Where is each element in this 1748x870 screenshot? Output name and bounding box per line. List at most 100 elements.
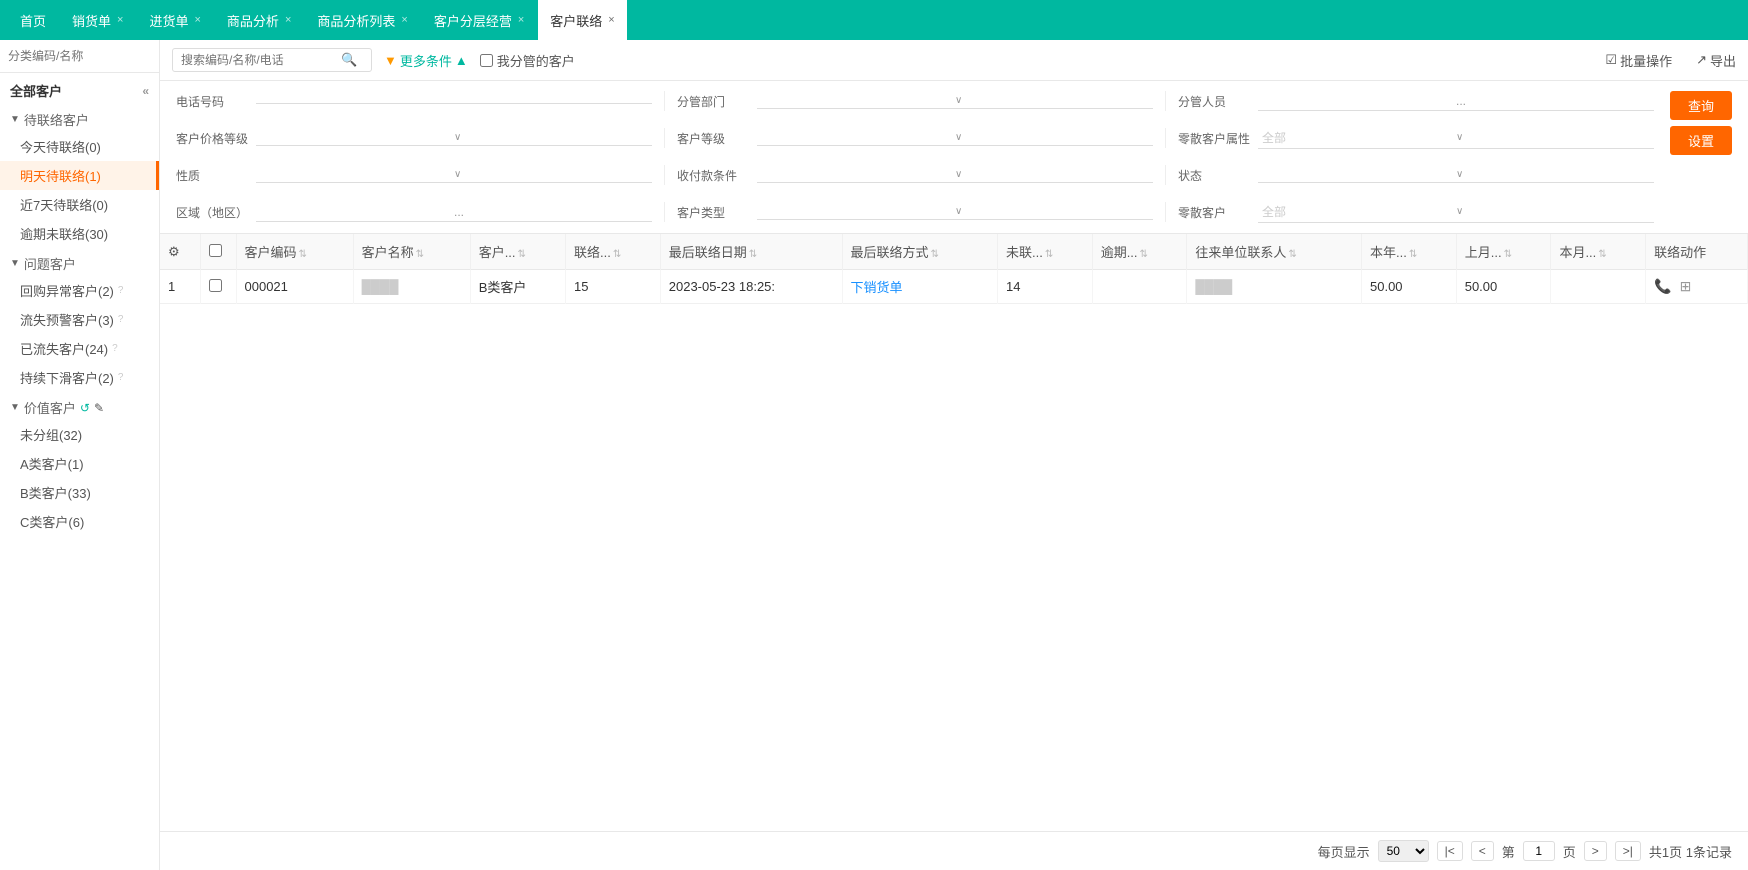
prev-page-btn[interactable]: < xyxy=(1471,841,1494,861)
arrow-icon: ▼ xyxy=(10,258,20,269)
filter-price-tier: 客户价格等级 ∨ xyxy=(176,130,652,147)
filter-phone: 电话号码 xyxy=(176,93,652,110)
per-page-select[interactable]: 50 100 200 xyxy=(1378,840,1429,862)
nav-customer-tier[interactable]: 客户分层经营 × xyxy=(422,0,536,40)
row-name: ████ xyxy=(353,270,470,304)
filter-phone-input[interactable] xyxy=(256,99,652,104)
filter-scatter-customer-select[interactable]: 全部 ∨ xyxy=(1258,201,1654,223)
row-customer-type: B类客户 xyxy=(470,270,565,304)
col-this-month: 本月...⇅ xyxy=(1551,234,1646,270)
nav-purchase-order[interactable]: 进货单 × xyxy=(137,0,212,40)
filter-label-price-tier: 客户价格等级 xyxy=(176,130,256,147)
row-uncontacted: 14 xyxy=(997,270,1092,304)
table-header-row: ⚙ 客户编码⇅ 客户名称⇅ 客户...⇅ 联络...⇅ 最后联络日期⇅ 最后联络… xyxy=(160,234,1748,270)
filter-dept-select[interactable]: ∨ xyxy=(757,93,1153,109)
filter-nature-select[interactable]: ∨ xyxy=(256,167,652,183)
chevron-down-icon: ∨ xyxy=(955,169,1149,180)
sidebar-item-class-b[interactable]: B类客户(33) xyxy=(0,478,159,507)
sidebar-item-today-contact[interactable]: 今天待联络(0) xyxy=(0,132,159,161)
sidebar-item-ungrouped[interactable]: 未分组(32) xyxy=(0,420,159,449)
row-checkbox[interactable] xyxy=(200,270,236,304)
chevron-down-icon: ∨ xyxy=(1456,169,1650,180)
collapse-icon[interactable]: « xyxy=(142,84,149,98)
more-conditions-btn[interactable]: ▼ 更多条件 ▲ xyxy=(384,51,468,70)
sidebar-item-repurchase-abnormal[interactable]: 回购异常客户(2) ? xyxy=(0,276,159,305)
close-icon[interactable]: × xyxy=(401,14,407,26)
grid-icon[interactable]: ⊞ xyxy=(1680,278,1692,295)
first-page-btn[interactable]: |< xyxy=(1437,841,1463,861)
col-settings[interactable]: ⚙ xyxy=(160,234,200,270)
sidebar-item-tomorrow-contact[interactable]: 明天待联络(1) xyxy=(0,161,159,190)
nav-sales-order[interactable]: 销货单 × xyxy=(60,0,135,40)
row-last-contact-method[interactable]: 下销货单 xyxy=(842,270,997,304)
close-icon[interactable]: × xyxy=(117,14,123,26)
col-last-contact-method: 最后联络方式⇅ xyxy=(842,234,997,270)
sidebar-item-class-c[interactable]: C类客户(6) xyxy=(0,507,159,536)
filter-region-input[interactable]: ... xyxy=(256,203,652,222)
filter-label-region: 区域（地区） xyxy=(176,204,256,221)
my-customers-checkbox[interactable]: 我分管的客户 xyxy=(480,51,575,70)
checkbox-icon: ☑ xyxy=(1605,52,1617,68)
close-icon[interactable]: × xyxy=(518,14,524,26)
col-contact-action: 联络动作 xyxy=(1646,234,1748,270)
sidebar-search-bar: 🔍 xyxy=(0,40,159,73)
sidebar-item-7day-contact[interactable]: 近7天待联络(0) xyxy=(0,190,159,219)
edit-icon[interactable]: ✎ xyxy=(94,401,104,415)
close-icon[interactable]: × xyxy=(194,14,200,26)
filter-price-tier-select[interactable]: ∨ xyxy=(256,130,652,146)
filter-status-select[interactable]: ∨ xyxy=(1258,167,1654,183)
batch-action-btn[interactable]: ☑ 批量操作 xyxy=(1605,51,1672,70)
nav-home[interactable]: 首页 xyxy=(8,0,58,40)
filter-label-customer-type: 客户类型 xyxy=(677,204,757,221)
all-customers-title[interactable]: 全部客户 « xyxy=(0,73,159,104)
phone-icon[interactable]: 📞 xyxy=(1654,278,1671,295)
nav-product-analysis-list[interactable]: 商品分析列表 × xyxy=(305,0,419,40)
help-icon[interactable]: ? xyxy=(118,314,124,325)
col-customer-name: 客户名称⇅ xyxy=(353,234,470,270)
help-icon[interactable]: ? xyxy=(118,372,124,383)
filter-customer-tier-select[interactable]: ∨ xyxy=(757,130,1153,146)
page-input[interactable] xyxy=(1523,841,1555,861)
filter-label-phone: 电话号码 xyxy=(176,93,256,110)
export-btn[interactable]: ↗ 导出 xyxy=(1696,51,1736,70)
filter-person-input[interactable]: ... xyxy=(1258,92,1654,111)
sidebar-item-churn-warning[interactable]: 流失预警客户(3) ? xyxy=(0,305,159,334)
help-icon[interactable]: ? xyxy=(118,285,124,296)
group-pending-contact[interactable]: ▼ 待联络客户 xyxy=(0,104,159,132)
customer-table: ⚙ 客户编码⇅ 客户名称⇅ 客户...⇅ 联络...⇅ 最后联络日期⇅ 最后联络… xyxy=(160,234,1748,304)
nav-product-analysis[interactable]: 商品分析 × xyxy=(215,0,303,40)
sidebar-search-input[interactable] xyxy=(8,49,160,63)
filter-label-nature: 性质 xyxy=(176,167,256,184)
sidebar-item-class-a[interactable]: A类客户(1) xyxy=(0,449,159,478)
filter-customer-type: 客户类型 ∨ xyxy=(677,204,1153,221)
col-checkbox[interactable] xyxy=(200,234,236,270)
sidebar-item-declining[interactable]: 持续下滑客户(2) ? xyxy=(0,363,159,392)
filter-customer-type-select[interactable]: ∨ xyxy=(757,204,1153,220)
col-unit-contact: 往来单位联系人⇅ xyxy=(1187,234,1362,270)
close-icon[interactable]: × xyxy=(608,14,614,26)
refresh-icon[interactable]: ↺ xyxy=(80,401,90,415)
query-button[interactable]: 查询 xyxy=(1670,91,1732,120)
select-all-checkbox[interactable] xyxy=(209,244,222,257)
group-value-customers[interactable]: ▼ 价值客户 ↺ ✎ xyxy=(0,392,159,420)
filter-label-customer-tier: 客户等级 xyxy=(677,130,757,147)
per-page-label: 每页显示 xyxy=(1318,842,1370,861)
row-this-month xyxy=(1551,270,1646,304)
next-page-btn[interactable]: > xyxy=(1584,841,1607,861)
row-last-contact-date: 2023-05-23 18:25: xyxy=(660,270,842,304)
nav-customer-contact[interactable]: 客户联络 × xyxy=(538,0,626,40)
group-problem-customers[interactable]: ▼ 问题客户 xyxy=(0,248,159,276)
last-page-btn[interactable]: >| xyxy=(1615,841,1641,861)
main-layout: 🔍 全部客户 « ▼ 待联络客户 今天待联络(0) 明天待联络(1) 近7天待联… xyxy=(0,40,1748,870)
filter-scatter-attr-select[interactable]: 全部 ∨ xyxy=(1258,127,1654,149)
chevron-down-icon: ∨ xyxy=(1456,132,1650,143)
help-icon[interactable]: ? xyxy=(112,343,118,354)
my-customers-check[interactable] xyxy=(480,54,493,67)
filter-payment-term-select[interactable]: ∨ xyxy=(757,167,1153,183)
search-icon[interactable]: 🔍 xyxy=(341,52,357,68)
sidebar-item-churned[interactable]: 已流失客户(24) ? xyxy=(0,334,159,363)
search-input[interactable] xyxy=(181,53,341,67)
sidebar-item-overdue-contact[interactable]: 逾期未联络(30) xyxy=(0,219,159,248)
set-button[interactable]: 设置 xyxy=(1670,126,1732,155)
close-icon[interactable]: × xyxy=(285,14,291,26)
